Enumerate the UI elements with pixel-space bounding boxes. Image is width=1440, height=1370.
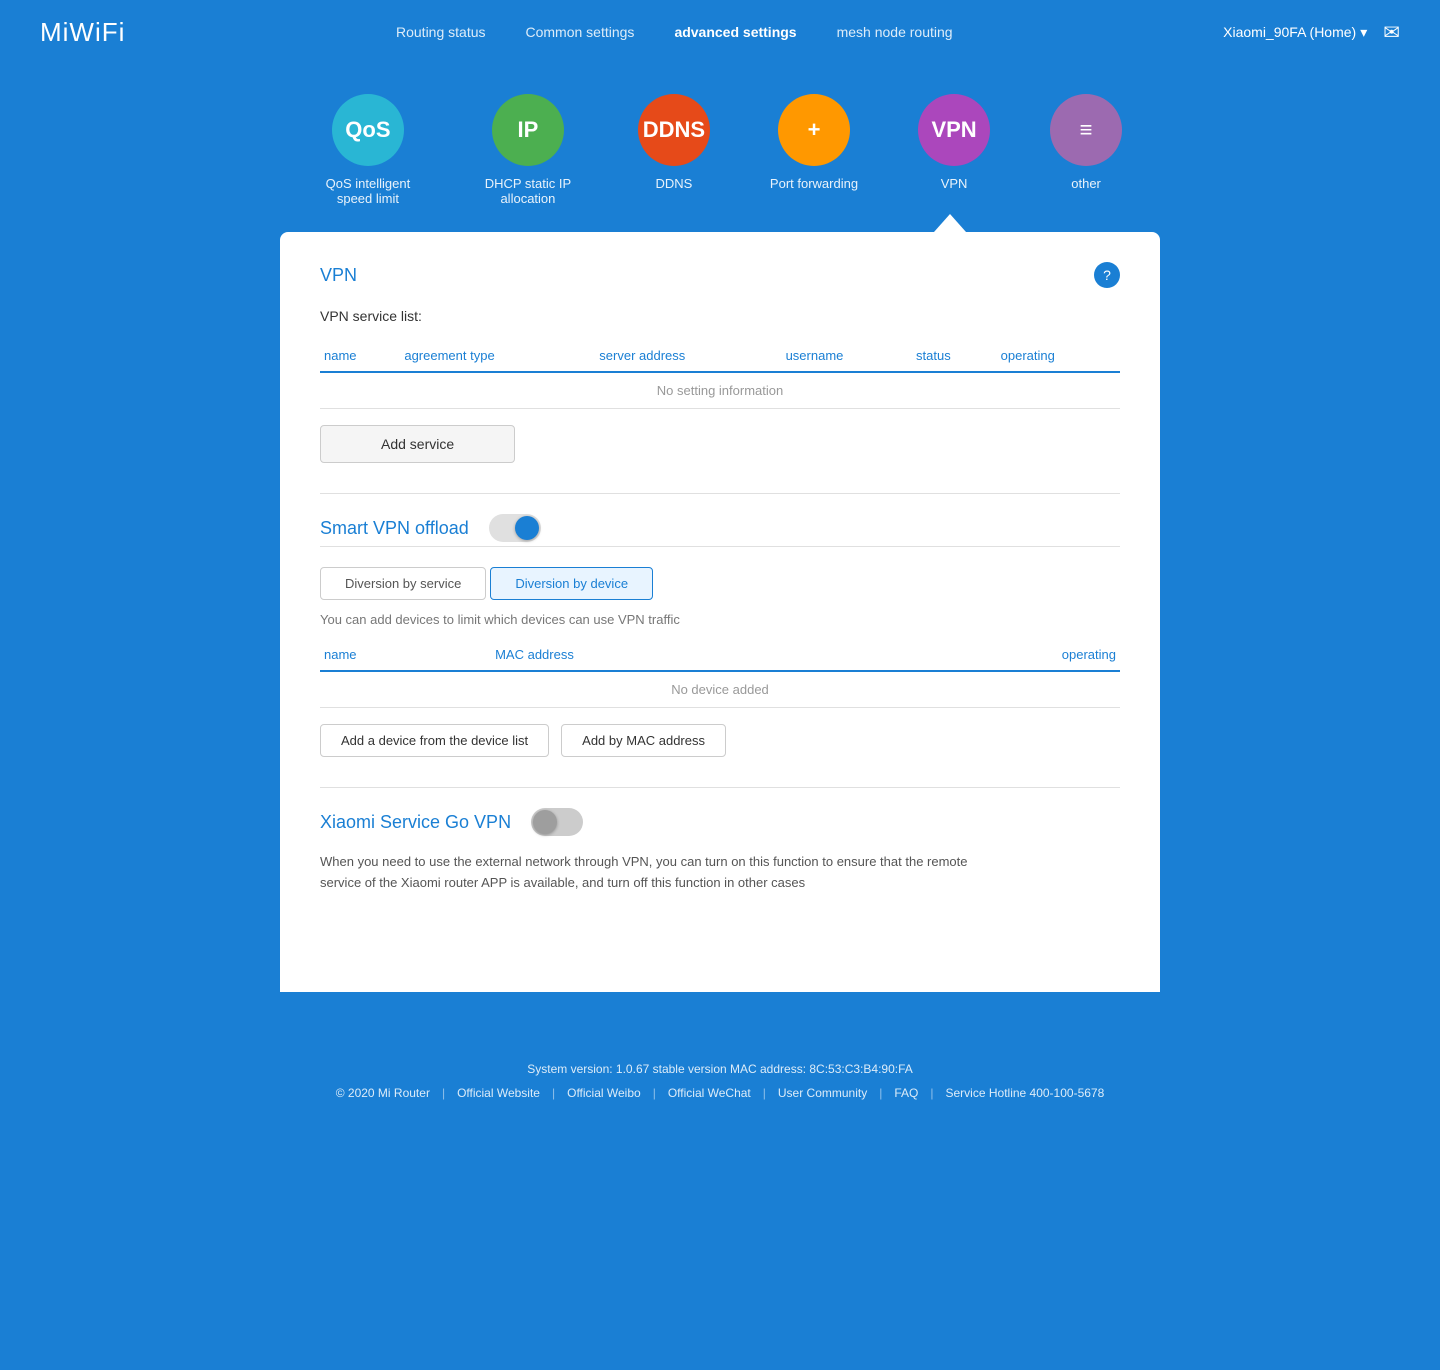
- nav-mesh-node-routing[interactable]: mesh node routing: [837, 24, 953, 40]
- section-divider-2: [320, 546, 1120, 547]
- header-right: Xiaomi_90FA (Home) ▾ ✉: [1223, 20, 1400, 45]
- ddns-icon: DDNS: [638, 94, 710, 166]
- vpn-service-table: name agreement type server address usern…: [320, 340, 1120, 409]
- xiaomi-vpn-toggle[interactable]: [531, 808, 583, 836]
- footer-link-official-weibo[interactable]: Official Weibo: [555, 1086, 653, 1100]
- portfwd-label: Port forwarding: [770, 176, 858, 191]
- xiaomi-vpn-desc: When you need to use the external networ…: [320, 852, 1000, 894]
- col-operating: operating: [997, 340, 1120, 372]
- xiaomi-toggle-thumb: [533, 810, 557, 834]
- tab-diversion-service[interactable]: Diversion by service: [320, 567, 486, 600]
- ip-label: DHCP static IP allocation: [478, 176, 578, 206]
- col-name: name: [320, 340, 400, 372]
- qos-icon: QoS: [332, 94, 404, 166]
- toggle-thumb: [515, 516, 539, 540]
- smart-vpn-toggle[interactable]: [489, 514, 541, 542]
- qos-label: QoS intelligent speed limit: [318, 176, 418, 206]
- footer-link-faq[interactable]: FAQ: [882, 1086, 930, 1100]
- device-btn-row: Add a device from the device list Add by…: [320, 724, 1120, 757]
- nav-routing-status[interactable]: Routing status: [396, 24, 486, 40]
- ip-icon: IP: [492, 94, 564, 166]
- add-service-button[interactable]: Add service: [320, 425, 515, 463]
- dev-col-name: name: [320, 639, 491, 671]
- device-tab-desc: You can add devices to limit which devic…: [320, 612, 1120, 627]
- xiaomi-vpn-title: Xiaomi Service Go VPN: [320, 812, 511, 833]
- add-device-list-button[interactable]: Add a device from the device list: [320, 724, 549, 757]
- tab-row: Diversion by service Diversion by device: [320, 567, 1120, 600]
- footer-link-service-hotline: Service Hotline 400-100-5678: [934, 1086, 1117, 1100]
- footer-link-official-wechat[interactable]: Official WeChat: [656, 1086, 763, 1100]
- icon-item-ddns[interactable]: DDNS DDNS: [638, 94, 710, 206]
- pointer-triangle: [934, 214, 966, 232]
- vpn-icon: VPN: [918, 94, 990, 166]
- vpn-section-title: VPN ?: [320, 262, 1120, 288]
- nav-common-settings[interactable]: Common settings: [526, 24, 635, 40]
- pointer-wrap: [0, 206, 1440, 232]
- no-device-cell: No device added: [320, 671, 1120, 708]
- nav-advanced-settings[interactable]: advanced settings: [674, 24, 796, 40]
- mail-icon[interactable]: ✉: [1383, 20, 1400, 45]
- dev-col-operating: operating: [857, 639, 1120, 671]
- router-name[interactable]: Xiaomi_90FA (Home) ▾: [1223, 24, 1367, 41]
- footer-copyright: © 2020 Mi Router: [324, 1086, 442, 1100]
- device-table: name MAC address operating No device add…: [320, 639, 1120, 708]
- other-label: other: [1071, 176, 1101, 191]
- logo: MiWiFi: [40, 17, 125, 48]
- dev-col-mac: MAC address: [491, 639, 857, 671]
- nav-links: Routing status Common settings advanced …: [396, 24, 953, 40]
- vpn-label: VPN: [941, 176, 968, 191]
- header: MiWiFi Routing status Common settings ad…: [0, 0, 1440, 64]
- no-device-row: No device added: [320, 671, 1120, 708]
- col-server-address: server address: [595, 340, 781, 372]
- help-icon[interactable]: ?: [1094, 262, 1120, 288]
- icon-item-other[interactable]: ≡ other: [1050, 94, 1122, 206]
- smart-vpn-title: Smart VPN offload: [320, 518, 469, 539]
- other-icon: ≡: [1050, 94, 1122, 166]
- icon-item-vpn[interactable]: VPN VPN: [918, 94, 990, 206]
- section-divider-1: [320, 493, 1120, 494]
- no-data-row: No setting information: [320, 372, 1120, 409]
- col-username: username: [782, 340, 912, 372]
- xiaomi-vpn-row: Xiaomi Service Go VPN: [320, 808, 1120, 836]
- footer: System version: 1.0.67 stable version MA…: [0, 1032, 1440, 1130]
- icon-grid: QoS QoS intelligent speed limit IP DHCP …: [0, 64, 1440, 206]
- no-data-cell: No setting information: [320, 372, 1120, 409]
- footer-sys-info: System version: 1.0.67 stable version MA…: [0, 1062, 1440, 1076]
- main-card: VPN ? VPN service list: name agreement t…: [280, 232, 1160, 992]
- portfwd-icon: +: [778, 94, 850, 166]
- chevron-down-icon: ▾: [1360, 24, 1367, 41]
- tab-diversion-device[interactable]: Diversion by device: [490, 567, 653, 600]
- add-mac-button[interactable]: Add by MAC address: [561, 724, 726, 757]
- footer-link-user-community[interactable]: User Community: [766, 1086, 879, 1100]
- icon-item-portfwd[interactable]: + Port forwarding: [770, 94, 858, 206]
- col-agreement-type: agreement type: [400, 340, 595, 372]
- icon-item-qos[interactable]: QoS QoS intelligent speed limit: [318, 94, 418, 206]
- section-divider-3: [320, 787, 1120, 788]
- col-status: status: [912, 340, 997, 372]
- service-list-label: VPN service list:: [320, 308, 1120, 324]
- ddns-label: DDNS: [656, 176, 693, 191]
- smart-vpn-row: Smart VPN offload: [320, 514, 1120, 542]
- footer-links: © 2020 Mi Router | Official Website | Of…: [0, 1086, 1440, 1100]
- icon-item-ip[interactable]: IP DHCP static IP allocation: [478, 94, 578, 206]
- footer-link-official-website[interactable]: Official Website: [445, 1086, 552, 1100]
